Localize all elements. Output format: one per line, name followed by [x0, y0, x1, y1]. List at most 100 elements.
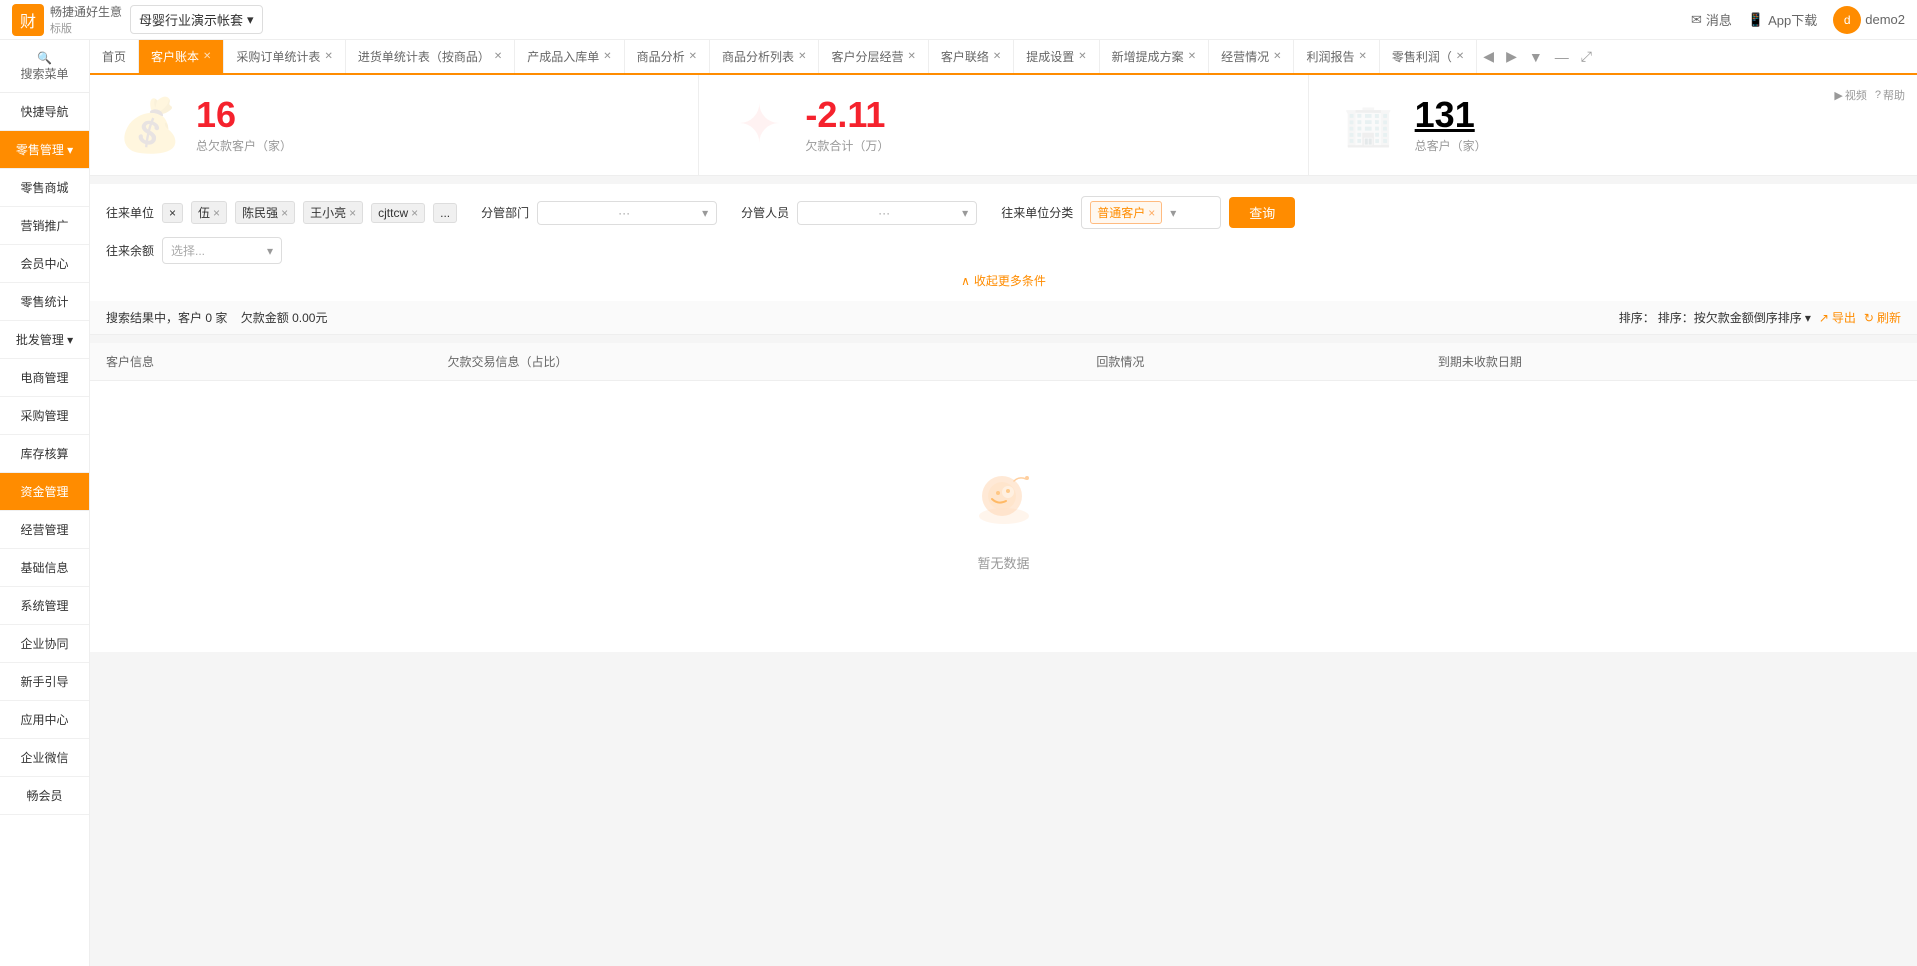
overdue-amount-icon: ✦ [729, 95, 789, 155]
sidebar-item-wholesale-mgmt[interactable]: 批发管理 ▾ [0, 321, 89, 359]
filter-tag-more[interactable]: ... [433, 203, 457, 223]
remove-tag-wang[interactable]: × [349, 206, 356, 220]
sidebar-item-new-guide[interactable]: 新手引导 [0, 663, 89, 701]
sidebar-item-ecom-mgmt[interactable]: 电商管理 [0, 359, 89, 397]
remaining-select[interactable]: 选择... ▾ [162, 237, 282, 264]
tab-close-add-scheme[interactable]: ✕ [1188, 51, 1196, 62]
tab-profit-report[interactable]: 利润报告 ✕ [1294, 40, 1379, 73]
dept-select[interactable]: ··· ▾ [537, 201, 717, 225]
tab-close-product-analysis[interactable]: ✕ [689, 51, 697, 62]
stat-overdue-amount: ✦ -2.11 欠款合计（万） [699, 75, 1308, 175]
remove-tag-wu[interactable]: × [213, 206, 220, 220]
overdue-customers-label: 总欠款客户（家） [196, 137, 292, 154]
export-button[interactable]: ↗ 导出 [1819, 309, 1856, 326]
result-info: 搜索结果中，客户 0 家 欠款金额 0.00元 [106, 309, 327, 326]
tab-close-product-analysis-list[interactable]: ✕ [798, 51, 806, 62]
tab-maximize[interactable]: ⤢ [1575, 40, 1598, 73]
tab-minimize[interactable]: — [1549, 41, 1575, 73]
sidebar-item-finance-mgmt[interactable]: 资金管理 [0, 473, 89, 511]
message-button[interactable]: ✉ 消息 [1691, 10, 1732, 29]
tab-close-product-instock[interactable]: ✕ [603, 51, 611, 62]
sidebar-item-app-center[interactable]: 应用中心 [0, 701, 89, 739]
tab-close-retail-profit[interactable]: ✕ [1456, 51, 1464, 62]
total-customers-icon: 🏢 [1339, 95, 1399, 155]
tab-add-scheme[interactable]: 新增提成方案 ✕ [1100, 40, 1209, 73]
result-actions: 排序： 排序：按欠款金额倒序排序 ▾ ↗ 导出 ↻ 刷新 [1619, 309, 1901, 326]
col-overdue-trade: 欠款交易信息（占比） [432, 343, 1081, 381]
tab-product-instock[interactable]: 产成品入库单 ✕ [515, 40, 624, 73]
sidebar-item-purchase-mgmt[interactable]: 采购管理 [0, 397, 89, 435]
filter-tag-wu: 伍 × [191, 201, 227, 224]
tab-nav-next[interactable]: ▶ [1500, 40, 1523, 73]
sidebar-item-inventory[interactable]: 库存核算 [0, 435, 89, 473]
tab-retail-profit[interactable]: 零售利润（ ✕ [1380, 40, 1477, 73]
unit-category-select[interactable]: 普通客户 × ▾ [1081, 196, 1221, 229]
sidebar-item-retail-mgmt[interactable]: 零售管理 ▾ [0, 131, 89, 169]
suite-select[interactable]: 母婴行业演示帐套 ▾ [130, 5, 263, 34]
person-filter-label: 分管人员 [741, 204, 789, 221]
person-chevron: ▾ [962, 206, 968, 220]
top-bar-left: 财 畅捷通好生意 标版 母婴行业演示帐套 ▾ [12, 3, 263, 36]
tab-close-profit-report[interactable]: ✕ [1359, 51, 1367, 62]
sidebar-item-retail-mall[interactable]: 零售商城 [0, 169, 89, 207]
tab-close-customer-contact[interactable]: ✕ [993, 51, 1001, 62]
collapse-button[interactable]: ∧ 收起更多条件 [106, 272, 1901, 289]
tab-close-purchase-order-stat[interactable]: ✕ [324, 51, 332, 62]
overdue-customers-icon: 💰 [120, 95, 180, 155]
tab-nav-menu[interactable]: ▼ [1523, 41, 1549, 73]
app-download-button[interactable]: 📱 App下载 [1748, 10, 1817, 29]
result-bar: 搜索结果中，客户 0 家 欠款金额 0.00元 排序： 排序：按欠款金额倒序排序… [90, 301, 1917, 335]
logo-icon: 财 [12, 4, 44, 36]
tab-customer-book[interactable]: 客户账本 ✕ [139, 40, 224, 73]
remove-tag-chen[interactable]: × [281, 206, 288, 220]
tab-purchase-order-stat[interactable]: 采购订单统计表 ✕ [224, 40, 345, 73]
sidebar-item-marketing[interactable]: 营销推广 [0, 207, 89, 245]
tab-nav-prev[interactable]: ◀ [1477, 40, 1500, 73]
tab-customer-segment[interactable]: 客户分层经营 ✕ [819, 40, 928, 73]
col-overdue-date: 到期未收款日期 [1422, 343, 1917, 381]
person-select[interactable]: ··· ▾ [797, 201, 977, 225]
top-bar: 财 畅捷通好生意 标版 母婴行业演示帐套 ▾ ✉ 消息 📱 App下载 d de… [0, 0, 1917, 40]
overdue-amount-value: -2.11 [805, 97, 889, 133]
user-menu[interactable]: d demo2 [1833, 6, 1905, 34]
help-button[interactable]: ? 帮助 [1875, 87, 1905, 103]
empty-text: 暂无数据 [977, 553, 1029, 572]
stat-overdue-customers: 💰 16 总欠款客户（家） [90, 75, 699, 175]
sidebar-item-member-center[interactable]: 会员中心 [0, 245, 89, 283]
tab-close-ops-situation[interactable]: ✕ [1273, 51, 1281, 62]
sidebar-item-basic-info[interactable]: 基础信息 [0, 549, 89, 587]
video-help-button[interactable]: ▶ 视频 [1834, 87, 1866, 103]
sidebar-item-enterprise-wechat[interactable]: 企业微信 [0, 739, 89, 777]
remove-tag-cjttcw[interactable]: × [411, 206, 418, 220]
sidebar-search-item[interactable]: 🔍 搜索菜单 [0, 40, 89, 93]
sidebar-item-enterprise-collab[interactable]: 企业协同 [0, 625, 89, 663]
sidebar-item-retail-stat[interactable]: 零售统计 [0, 283, 89, 321]
tab-close-customer-segment[interactable]: ✕ [907, 51, 915, 62]
sidebar-item-ops-mgmt[interactable]: 经营管理 [0, 511, 89, 549]
empty-state: 暂无数据 [90, 381, 1917, 652]
remove-category-tag[interactable]: × [1148, 206, 1155, 220]
sort-select[interactable]: 排序： 排序：按欠款金额倒序排序 ▾ [1619, 309, 1811, 326]
tab-mention-settings[interactable]: 提成设置 ✕ [1014, 40, 1099, 73]
top-bar-right: ✉ 消息 📱 App下载 d demo2 [1691, 6, 1905, 34]
sidebar-item-quick-nav[interactable]: 快捷导航 [0, 93, 89, 131]
tab-ops-situation[interactable]: 经营情况 ✕ [1209, 40, 1294, 73]
tab-close-instock-stat[interactable]: ✕ [494, 51, 502, 62]
tab-home[interactable]: 首页 [90, 40, 139, 73]
sidebar-item-chang-member[interactable]: 畅会员 [0, 777, 89, 815]
unit-filter-label: 往来单位 [106, 204, 154, 221]
dept-chevron: ▾ [702, 206, 708, 220]
query-button[interactable]: 查询 [1229, 197, 1295, 228]
chevron-down-icon: ▾ [247, 12, 254, 28]
filter-tag-unit-placeholder: × [162, 203, 183, 223]
tab-instock-stat[interactable]: 进货单统计表（按商品） ✕ [346, 40, 515, 73]
sidebar-item-sys-mgmt[interactable]: 系统管理 [0, 587, 89, 625]
tab-close-customer-book[interactable]: ✕ [203, 51, 211, 62]
tab-product-analysis-list[interactable]: 商品分析列表 ✕ [710, 40, 819, 73]
category-chevron: ▾ [1170, 206, 1176, 220]
tab-product-analysis[interactable]: 商品分析 ✕ [625, 40, 710, 73]
unit-category-label: 往来单位分类 [1001, 204, 1073, 221]
tab-customer-contact[interactable]: 客户联络 ✕ [929, 40, 1014, 73]
refresh-button[interactable]: ↻ 刷新 [1864, 309, 1901, 326]
tab-close-mention-settings[interactable]: ✕ [1078, 51, 1086, 62]
